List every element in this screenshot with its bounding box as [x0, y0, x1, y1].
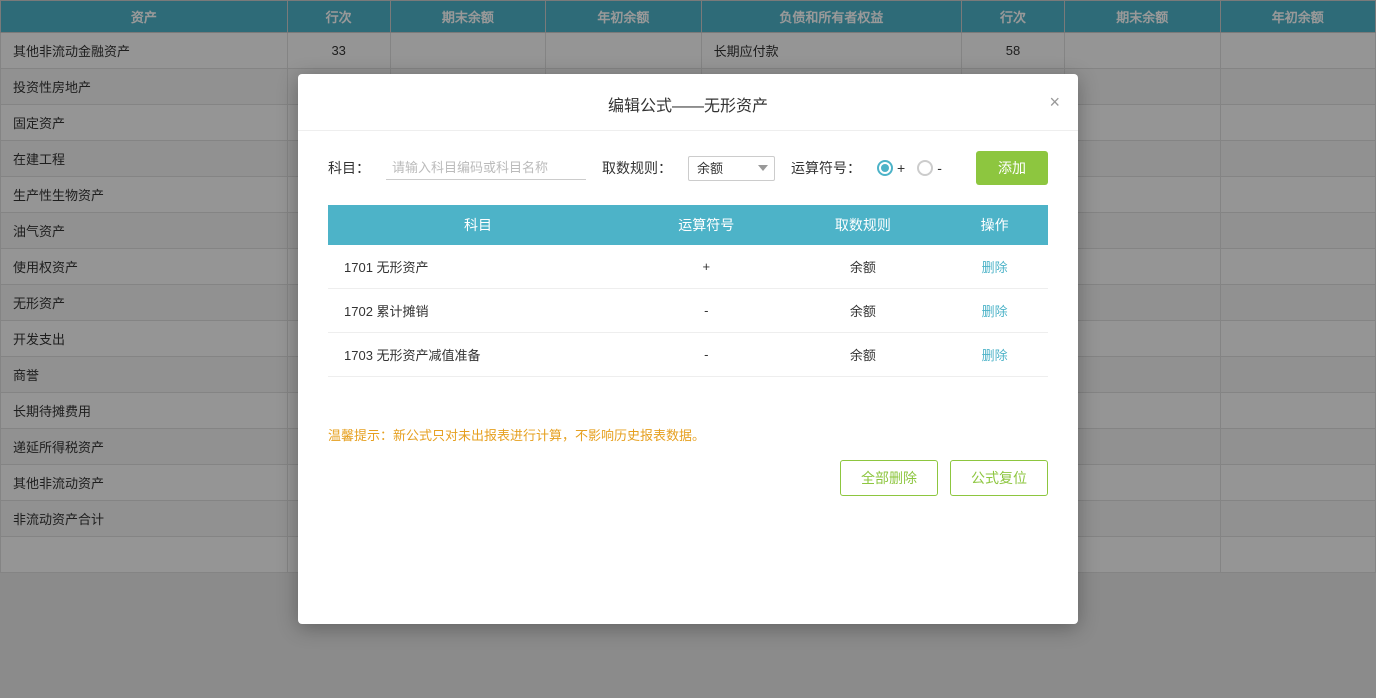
cell-rule: 余额: [785, 289, 942, 333]
footer-buttons: 全部删除 公式复位: [328, 460, 1048, 496]
radio-plus-label: +: [897, 160, 905, 176]
table-row: 1701 无形资产+余额 删除: [328, 245, 1048, 289]
delete-link[interactable]: 删除: [982, 304, 1008, 319]
add-button[interactable]: 添加: [976, 151, 1048, 185]
radio-plus[interactable]: +: [877, 160, 905, 176]
radio-minus-label: -: [937, 160, 942, 176]
cell-rule: 余额: [785, 333, 942, 377]
modal-footer: 温馨提示：新公式只对未出报表进行计算，不影响历史报表数据。 全部删除 公式复位: [298, 413, 1078, 516]
radio-minus[interactable]: -: [917, 160, 942, 176]
rule-label: 取数规则：: [602, 158, 672, 178]
cell-operator: -: [628, 333, 785, 377]
delete-link[interactable]: 删除: [982, 348, 1008, 363]
cell-subject: 1703 无形资产减值准备: [328, 333, 628, 377]
cell-subject: 1701 无形资产: [328, 245, 628, 289]
cell-subject: 1702 累计摊销: [328, 289, 628, 333]
rule-select[interactable]: 余额借方贷方借方累计贷方累计: [688, 156, 775, 181]
modal-close-button[interactable]: ×: [1049, 93, 1060, 111]
table-row: 1702 累计摊销-余额 删除: [328, 289, 1048, 333]
th-action: 操作: [941, 205, 1048, 245]
delete-link[interactable]: 删除: [982, 260, 1008, 275]
hint-text: 温馨提示：新公式只对未出报表进行计算，不影响历史报表数据。: [328, 425, 1048, 444]
radio-plus-circle: [877, 160, 893, 176]
cell-operator: +: [628, 245, 785, 289]
modal-overlay: 编辑公式——无形资产 × 科目： 取数规则： 余额借方贷方借方累计贷方累计 运算…: [0, 0, 1376, 698]
cell-rule: 余额: [785, 245, 942, 289]
modal-title: 编辑公式——无形资产: [608, 92, 768, 116]
th-operator: 运算符号: [628, 205, 785, 245]
delete-all-button[interactable]: 全部删除: [840, 460, 938, 496]
cell-operator: -: [628, 289, 785, 333]
rule-select-wrap: 余额借方贷方借方累计贷方累计: [688, 156, 775, 181]
subject-label: 科目：: [328, 158, 370, 178]
th-rule: 取数规则: [785, 205, 942, 245]
modal-header: 编辑公式——无形资产 ×: [298, 74, 1078, 131]
table-header-row: 科目 运算符号 取数规则 操作: [328, 205, 1048, 245]
th-subject: 科目: [328, 205, 628, 245]
operator-label: 运算符号：: [791, 158, 861, 178]
edit-formula-modal: 编辑公式——无形资产 × 科目： 取数规则： 余额借方贷方借方累计贷方累计 运算…: [298, 74, 1078, 624]
modal-body: 科目： 取数规则： 余额借方贷方借方累计贷方累计 运算符号： + -: [298, 131, 1078, 413]
subject-input[interactable]: [386, 156, 586, 180]
table-row: 1703 无形资产减值准备-余额 删除: [328, 333, 1048, 377]
operator-radio-group: + -: [877, 160, 942, 176]
formula-form-row: 科目： 取数规则： 余额借方贷方借方累计贷方累计 运算符号： + -: [328, 151, 1048, 185]
formula-table: 科目 运算符号 取数规则 操作 1701 无形资产+余额删除1702 累计摊销-…: [328, 205, 1048, 377]
radio-minus-circle: [917, 160, 933, 176]
reset-formula-button[interactable]: 公式复位: [950, 460, 1048, 496]
